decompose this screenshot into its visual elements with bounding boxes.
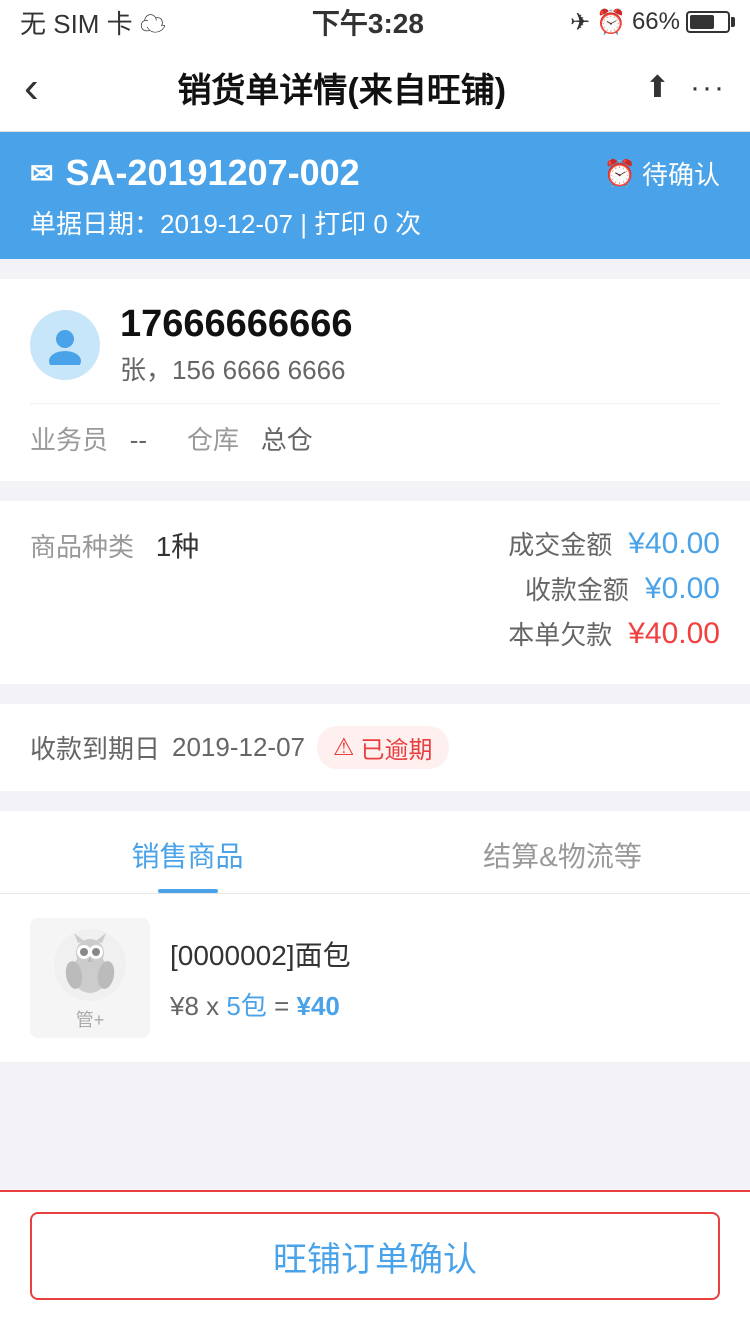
stats-right: 成交金额 ¥40.00 收款金额 ¥0.00 本单欠款 ¥40.00 [508, 525, 720, 660]
order-icon: ✉ [30, 157, 53, 190]
status-left: 无 SIM 卡 ☁ [20, 4, 166, 41]
share-icon[interactable]: ⬆ [645, 70, 670, 105]
sales-label: 业务员 [30, 425, 108, 455]
owed-label: 本单欠款 [508, 615, 612, 652]
product-info: [0000002]面包 ¥8 x 5包 = ¥40 [170, 934, 720, 1023]
status-clock-icon: ⏰ [604, 158, 636, 189]
bottom-bar: 旺铺订单确认 [0, 1190, 750, 1334]
product-price: ¥8 x 5包 = ¥40 [170, 986, 720, 1023]
overdue-text: 已逾期 [361, 730, 433, 765]
battery-icon [686, 11, 730, 33]
product-name: [0000002]面包 [170, 934, 720, 974]
customer-card: 17666666666 张，156 6666 6666 业务员 -- 仓库 总仓 [0, 279, 750, 481]
order-id-row: ✉ SA-20191207-002 [30, 152, 360, 194]
alarm-icon: ⏰ [596, 8, 626, 37]
product-thumbnail: 管+ [30, 918, 150, 1038]
status-right: ✈ ⏰ 66% [570, 8, 730, 37]
category-value: 1种 [156, 531, 200, 562]
tabs-bar: 销售商品 结算&物流等 [0, 811, 750, 894]
received-value: ¥0.00 [645, 572, 720, 606]
order-status: ⏰ 待确认 [604, 155, 720, 192]
overdue-icon: ⚠ [333, 733, 355, 762]
received-label: 收款金额 [525, 570, 629, 607]
battery-text: 66% [632, 8, 680, 36]
more-icon[interactable]: ··· [690, 71, 726, 105]
stats-section: 商品种类 1种 成交金额 ¥40.00 收款金额 ¥0.00 本单欠款 ¥40.… [0, 501, 750, 684]
status-time: 下午3:28 [312, 2, 424, 42]
product-section: 管+ [0000002]面包 ¥8 x 5包 = ¥40 [0, 894, 750, 1063]
overdue-badge: ⚠ 已逾期 [317, 726, 449, 769]
price-total: ¥40 [297, 991, 340, 1021]
category-row: 商品种类 1种 [30, 525, 199, 565]
warehouse-label: 仓库 [187, 425, 239, 455]
confirm-order-button[interactable]: 旺铺订单确认 [30, 1212, 720, 1300]
order-id-text: SA-20191207-002 [65, 152, 359, 194]
tab-settlement[interactable]: 结算&物流等 [375, 811, 750, 893]
price-equals: = [274, 991, 296, 1021]
nav-left: ‹ [24, 63, 39, 113]
price-multiply: x [206, 991, 226, 1021]
product-item: 管+ [0000002]面包 ¥8 x 5包 = ¥40 [0, 894, 750, 1063]
avatar [30, 310, 100, 380]
due-label: 收款到期日 [30, 729, 160, 766]
order-status-text: 待确认 [642, 155, 720, 192]
customer-phone: 17666666666 [120, 303, 352, 346]
order-date: 单据日期：2019-12-07 | 打印 0 次 [30, 204, 720, 241]
warehouse-value: 总仓 [261, 425, 313, 455]
owed-value: ¥40.00 [628, 617, 720, 651]
price-qty: 5包 [226, 991, 266, 1021]
sim-status: 无 SIM 卡 ☁ [20, 4, 166, 41]
amount-value: ¥40.00 [628, 527, 720, 561]
nav-bar: ‹ 销货单详情(来自旺铺) ⬆ ··· [0, 44, 750, 132]
back-button[interactable]: ‹ [24, 63, 39, 113]
page-title: 销货单详情(来自旺铺) [177, 63, 506, 112]
order-header: ✉ SA-20191207-002 ⏰ 待确认 单据日期：2019-12-07 … [0, 132, 750, 259]
tab-products[interactable]: 销售商品 [0, 811, 375, 893]
location-icon: ✈ [570, 8, 590, 37]
sales-value: -- [130, 425, 147, 455]
price-unit: ¥8 [170, 991, 199, 1021]
due-section: 收款到期日 2019-12-07 ⚠ 已逾期 [0, 704, 750, 791]
status-bar: 无 SIM 卡 ☁ 下午3:28 ✈ ⏰ 66% [0, 0, 750, 44]
customer-meta: 业务员 -- 仓库 总仓 [30, 420, 720, 457]
due-date-value: 2019-12-07 [172, 732, 305, 763]
customer-name: 张，156 6666 6666 [120, 350, 352, 387]
amount-label: 成交金额 [508, 525, 612, 562]
category-label: 商品种类 [30, 532, 134, 562]
nav-right: ⬆ ··· [645, 70, 726, 105]
